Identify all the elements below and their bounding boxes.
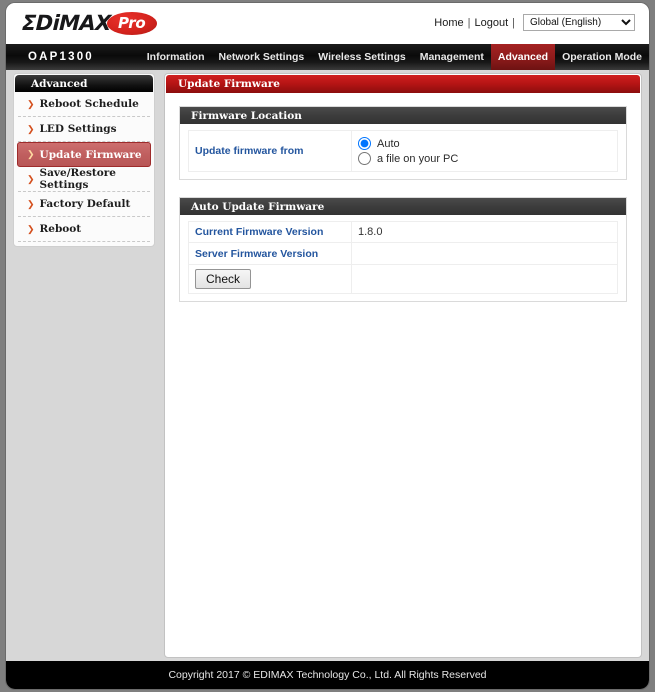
- check-button[interactable]: Check: [195, 269, 252, 289]
- device-model-label: OAP1300: [28, 51, 94, 63]
- current-firmware-version-label: Current Firmware Version: [188, 221, 352, 243]
- firmware-location-section-title: Firmware Location: [180, 107, 626, 124]
- language-select[interactable]: Global (English): [523, 14, 635, 31]
- firmware-location-body: Update firmware from Auto a file on your…: [180, 124, 626, 179]
- nav-items: Information Network Settings Wireless Sett…: [140, 44, 649, 70]
- sidebar-item-factory-default[interactable]: ❯ Factory Default: [18, 192, 150, 217]
- auto-update-firmware-body: Current Firmware Version 1.8.0 Server Fi…: [180, 215, 626, 301]
- chevron-right-icon: ❯: [27, 223, 35, 234]
- update-firmware-from-options: Auto a file on your PC: [351, 130, 618, 172]
- chevron-right-icon: ❯: [27, 149, 35, 159]
- radio-file-on-pc-input[interactable]: [358, 152, 371, 165]
- nav-item-management[interactable]: Management: [413, 44, 491, 70]
- chevron-right-icon: ❯: [27, 173, 35, 184]
- sidebar-item-update-firmware[interactable]: ❯ Update Firmware: [17, 142, 151, 167]
- table-row: Current Firmware Version 1.8.0: [188, 221, 618, 243]
- pro-badge-label: Pro: [118, 14, 146, 32]
- radio-auto-input[interactable]: [358, 137, 371, 150]
- sidebar-item-label: Save/Restore Settings: [39, 167, 116, 191]
- sidebar-item-led-settings[interactable]: ❯ LED Settings: [18, 117, 150, 142]
- sidebar-item-save-restore-settings[interactable]: ❯ Save/Restore Settings: [18, 167, 150, 192]
- home-link[interactable]: Home: [434, 17, 463, 29]
- check-row-spacer: [351, 264, 618, 294]
- firmware-location-table: Update firmware from Auto a file on your…: [188, 130, 618, 172]
- page-title: Update Firmware: [166, 75, 640, 93]
- sidebar-items: ❯ Reboot Schedule ❯ LED Settings ❯ Update Fir…: [14, 92, 154, 242]
- table-row: Check: [188, 264, 618, 294]
- pro-badge: Pro: [106, 11, 157, 36]
- footer: Copyright 2017 © EDIMAX Technology Co., …: [6, 661, 649, 689]
- chevron-right-icon: ❯: [27, 98, 35, 109]
- sidebar-item-label: Update Firmware: [39, 148, 142, 161]
- radio-file-on-pc-label: a file on your PC: [377, 152, 459, 165]
- chevron-right-icon: ❯: [27, 123, 35, 134]
- topbar-separator-2: |: [512, 16, 515, 29]
- body-area: Advanced ❯ Reboot Schedule ❯ LED Settings ❯ U…: [6, 70, 649, 667]
- check-button-cell: Check: [188, 264, 352, 294]
- current-firmware-version-value: 1.8.0: [351, 221, 618, 243]
- table-row: Server Firmware Version: [188, 242, 618, 265]
- radio-auto-label: Auto: [377, 137, 400, 150]
- update-firmware-from-label: Update firmware from: [188, 130, 352, 172]
- top-utility-bar: Home | Logout | Global (English): [434, 14, 635, 31]
- page-header: ΣDiMAX Pro Home | Logout | Global (Engli…: [6, 3, 649, 44]
- chevron-right-icon: ❯: [27, 198, 35, 209]
- brand-wordmark: ΣDiMAX: [21, 11, 112, 35]
- sidebar-item-reboot[interactable]: ❯ Reboot: [18, 217, 150, 242]
- auto-update-firmware-table: Current Firmware Version 1.8.0 Server Fi…: [188, 221, 618, 294]
- nav-item-information[interactable]: Information: [140, 44, 212, 70]
- auto-update-firmware-section: Auto Update Firmware Current Firmware Ve…: [179, 197, 627, 302]
- server-firmware-version-label: Server Firmware Version: [188, 242, 352, 265]
- logout-link[interactable]: Logout: [474, 17, 508, 29]
- nav-item-wireless-settings[interactable]: Wireless Settings: [311, 44, 412, 70]
- nav-item-operation-mode[interactable]: Operation Mode: [555, 44, 649, 70]
- content-panel: Update Firmware Firmware Location Update…: [164, 73, 642, 658]
- nav-item-advanced[interactable]: Advanced: [490, 44, 556, 70]
- sidebar-item-label: LED Settings: [39, 123, 117, 135]
- main-navigation-bar: OAP1300 Information Network Settings Wirel…: [6, 44, 649, 70]
- server-firmware-version-value: [351, 242, 618, 265]
- sidebar-item-label: Factory Default: [39, 198, 131, 210]
- table-row: Update firmware from Auto a file on your…: [188, 130, 618, 172]
- sidebar-item-reboot-schedule[interactable]: ❯ Reboot Schedule: [18, 92, 150, 117]
- edimax-pro-logo: ΣDiMAX Pro: [22, 11, 157, 35]
- radio-option-file-on-pc[interactable]: a file on your PC: [358, 152, 611, 165]
- device-web-ui-page: ΣDiMAX Pro Home | Logout | Global (Engli…: [6, 3, 649, 689]
- nav-item-network-settings[interactable]: Network Settings: [212, 44, 312, 70]
- firmware-location-section: Firmware Location Update firmware from A…: [179, 106, 627, 180]
- sidebar-item-label: Reboot: [39, 223, 82, 235]
- sidebar-item-label: Reboot Schedule: [39, 98, 139, 110]
- radio-option-auto[interactable]: Auto: [358, 137, 611, 150]
- topbar-separator-1: |: [467, 16, 471, 29]
- auto-update-firmware-section-title: Auto Update Firmware: [180, 198, 626, 215]
- browser-frame: ΣDiMAX Pro Home | Logout | Global (Engli…: [0, 0, 655, 692]
- sidebar: Advanced ❯ Reboot Schedule ❯ LED Settings ❯ U…: [13, 73, 155, 247]
- sidebar-header: Advanced: [15, 75, 153, 92]
- copyright-text: Copyright 2017 © EDIMAX Technology Co., …: [168, 669, 487, 681]
